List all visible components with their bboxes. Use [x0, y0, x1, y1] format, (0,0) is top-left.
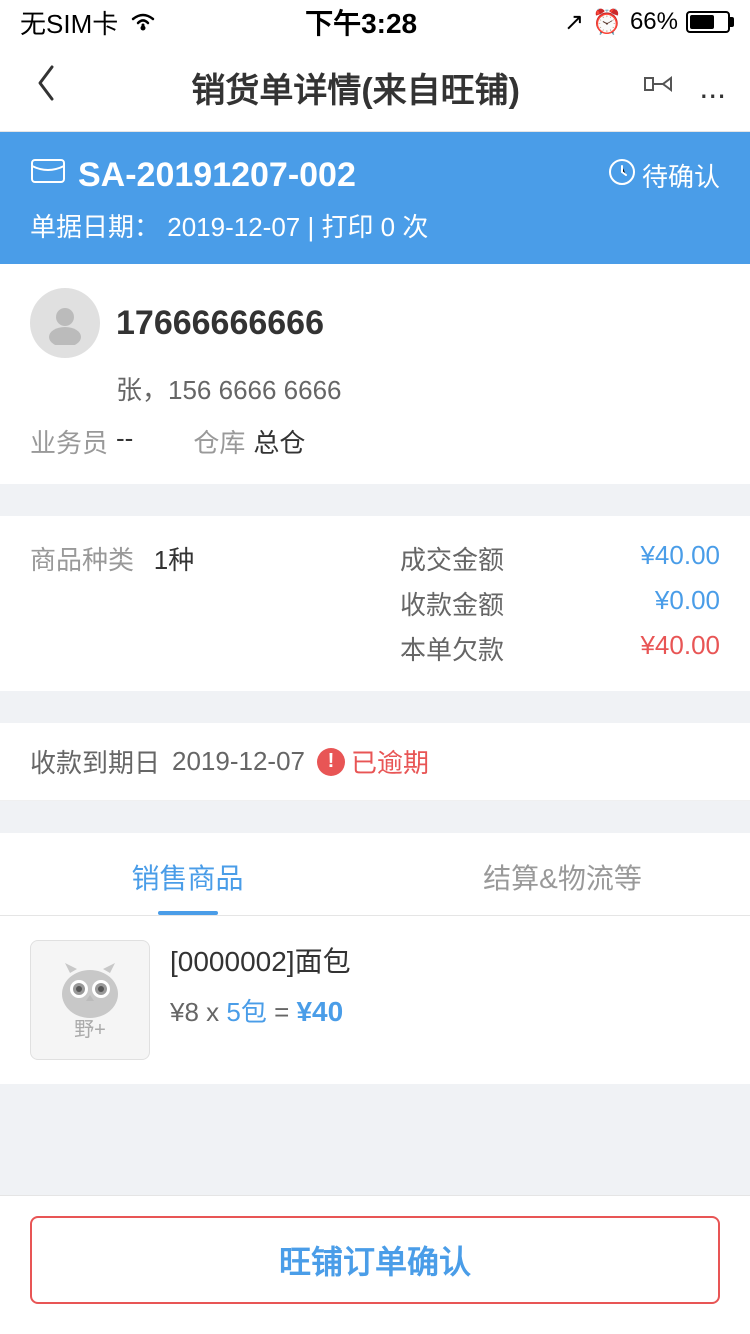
- customer-row: 17666666666: [30, 288, 720, 358]
- warehouse-item: 仓库 总仓: [193, 423, 305, 460]
- product-price: ¥8 x 5包 = ¥40: [170, 992, 720, 1029]
- product-info: [0000002]面包 ¥8 x 5包 = ¥40: [170, 940, 720, 1029]
- more-button[interactable]: ...: [699, 69, 726, 106]
- overdue-text: 已逾期: [351, 743, 429, 780]
- amount-row-2: 本单欠款 ¥40.00: [400, 630, 720, 667]
- product-name: [0000002]面包: [170, 940, 720, 980]
- order-header-banner: SA-20191207-002 待确认 单据日期： 2019-12-07 | 打…: [0, 132, 750, 264]
- customer-phone: 17666666666: [116, 304, 324, 343]
- tabs-section: 销售商品 结算&物流等: [0, 833, 750, 916]
- divider-3: [0, 801, 750, 817]
- order-icon: [30, 156, 66, 195]
- divider-1: [0, 484, 750, 500]
- warehouse-label: 仓库: [193, 423, 245, 460]
- amount-row-0: 成交金额 ¥40.00: [400, 540, 720, 577]
- battery-icon: [686, 11, 730, 33]
- bottom-bar: 旺铺订单确认: [0, 1195, 750, 1334]
- order-number: SA-20191207-002: [30, 156, 356, 195]
- customer-name: 张，156 6666 6666: [30, 370, 720, 407]
- logo-text: 野+: [74, 1013, 106, 1042]
- product-section: 野+ [0000002]面包 ¥8 x 5包 = ¥40: [0, 916, 750, 1084]
- tabs-row: 销售商品 结算&物流等: [0, 833, 750, 915]
- share-button[interactable]: [643, 66, 679, 110]
- battery-fill: [690, 15, 714, 29]
- status-bar: 无SIM卡 下午3:28 ↗ ⏰ 66%: [0, 0, 750, 44]
- due-section: 收款到期日 2019-12-07 ! 已逾期: [0, 723, 750, 801]
- order-date: 单据日期： 2019-12-07 | 打印 0 次: [30, 207, 720, 244]
- amount-row-1: 收款金额 ¥0.00: [400, 585, 720, 622]
- page-title: 销货单详情(来自旺铺): [191, 63, 520, 112]
- avatar: [30, 288, 100, 358]
- product-type: 商品种类 1种: [30, 540, 194, 577]
- customer-section: 17666666666 张，156 6666 6666 业务员 -- 仓库 总仓: [0, 264, 750, 484]
- order-status: 待确认: [608, 157, 720, 194]
- order-header-top: SA-20191207-002 待确认: [30, 156, 720, 195]
- product-logo: 野+: [55, 959, 125, 1042]
- amounts-section: 成交金额 ¥40.00 收款金额 ¥0.00 本单欠款 ¥40.00: [400, 540, 720, 667]
- salesperson-value: --: [116, 423, 133, 460]
- status-right: ↗ ⏰ 66%: [564, 8, 730, 37]
- status-left: 无SIM卡: [20, 4, 158, 41]
- due-label: 收款到期日: [30, 743, 160, 780]
- product-item: 野+ [0000002]面包 ¥8 x 5包 = ¥40: [30, 940, 720, 1060]
- divider-2: [0, 691, 750, 707]
- carrier-text: 无SIM卡: [20, 4, 118, 41]
- overdue-badge: ! 已逾期: [317, 743, 429, 780]
- due-date: 2019-12-07: [172, 746, 305, 777]
- warehouse-value: 总仓: [253, 423, 305, 460]
- tab-settlement-logistics[interactable]: 结算&物流等: [375, 833, 750, 915]
- confirm-order-button[interactable]: 旺铺订单确认: [30, 1216, 720, 1304]
- alarm-icon: ⏰: [592, 8, 622, 37]
- overdue-icon: !: [317, 748, 345, 776]
- back-button[interactable]: [24, 53, 68, 122]
- nav-actions: ...: [643, 66, 726, 110]
- product-thumbnail: 野+: [30, 940, 150, 1060]
- summary-row: 商品种类 1种 成交金额 ¥40.00 收款金额 ¥0.00 本单欠款 ¥40.…: [30, 540, 720, 667]
- summary-section: 商品种类 1种 成交金额 ¥40.00 收款金额 ¥0.00 本单欠款 ¥40.…: [0, 516, 750, 691]
- status-time: 下午3:28: [305, 2, 417, 42]
- salesperson-item: 业务员 --: [30, 423, 133, 460]
- battery-percent: 66%: [630, 8, 678, 36]
- clock-icon: [608, 158, 636, 193]
- salesperson-label: 业务员: [30, 423, 108, 460]
- customer-meta: 业务员 -- 仓库 总仓: [30, 423, 720, 460]
- wifi-icon: [128, 7, 158, 38]
- location-icon: ↗: [564, 8, 584, 37]
- nav-bar: 销货单详情(来自旺铺) ...: [0, 44, 750, 132]
- tab-sales-products[interactable]: 销售商品: [0, 833, 375, 915]
